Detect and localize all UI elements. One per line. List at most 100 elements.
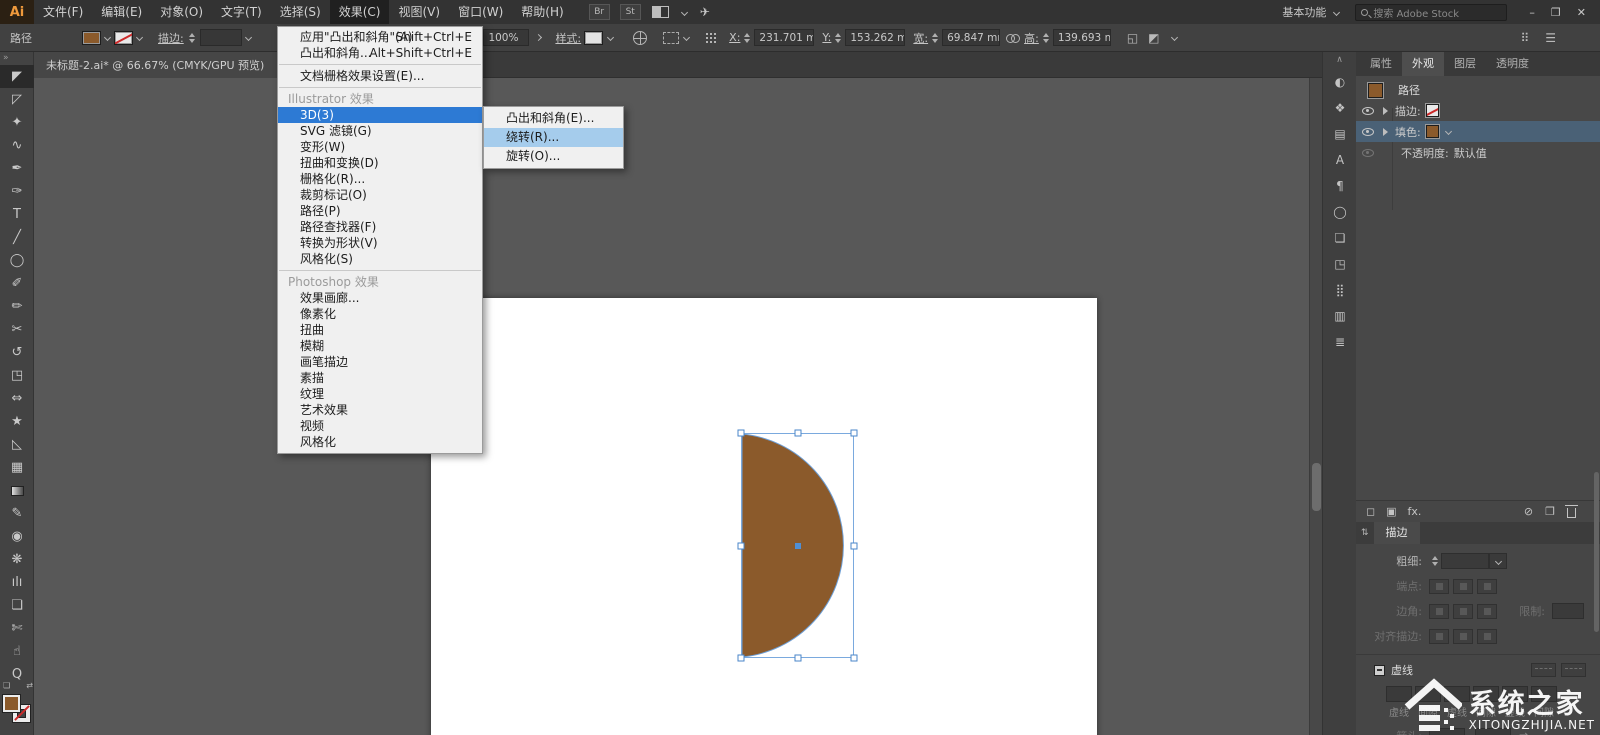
fill-disclosure-icon[interactable]: [1383, 127, 1388, 136]
appearance-opacity-row[interactable]: 不透明度: 默认值: [1356, 142, 1600, 163]
fill-row-caret-icon[interactable]: [1444, 127, 1452, 136]
rotate-tool[interactable]: ↺: [0, 341, 34, 364]
panel-tab-透明度[interactable]: 透明度: [1486, 52, 1539, 76]
transform-icon[interactable]: ◱: [1127, 31, 1138, 45]
menubar-item[interactable]: 文件(F): [34, 0, 92, 24]
submenu-item[interactable]: 凸出和斜角(E)...: [484, 109, 623, 128]
curvature-tool[interactable]: ✑: [0, 180, 34, 203]
effect-menu-item[interactable]: 视频: [278, 418, 482, 434]
pen-tool[interactable]: ✒: [0, 157, 34, 180]
select-similar-caret-icon[interactable]: [683, 33, 691, 42]
height-value[interactable]: 139.693 mm: [1052, 29, 1111, 46]
cap-butt-button[interactable]: [1429, 578, 1449, 594]
style-swatch[interactable]: [584, 30, 604, 45]
effect-menu-item[interactable]: 风格化: [278, 434, 482, 450]
paintbrush-tool[interactable]: ✐: [0, 272, 34, 295]
arrange-documents-icon[interactable]: [651, 6, 669, 18]
scale-tool[interactable]: ◳: [0, 364, 34, 387]
style-caret-icon[interactable]: [607, 33, 615, 42]
dashed-line-checkbox[interactable]: [1374, 664, 1385, 676]
appearance-path-row[interactable]: 路径: [1356, 76, 1600, 100]
stroke-caret-icon[interactable]: [135, 33, 144, 42]
export-panel-icon[interactable]: ◳: [1323, 251, 1357, 277]
submenu-item[interactable]: 旋转(O)...: [484, 147, 623, 166]
submenu-item[interactable]: 绕转(R)...: [484, 128, 623, 147]
document-setup-icon[interactable]: [633, 30, 648, 45]
width-stepper[interactable]: [932, 32, 939, 43]
stroke-visibility-eye-icon[interactable]: [1362, 106, 1374, 115]
effect-menu-item[interactable]: 路径查找器(F): [278, 219, 482, 235]
effect-menu-item[interactable]: 像素化: [278, 306, 482, 322]
constrain-proportions-icon[interactable]: [1006, 33, 1021, 43]
menubar-item[interactable]: 帮助(H): [512, 0, 572, 24]
limit-value-box[interactable]: [1552, 603, 1584, 619]
workspace-switcher[interactable]: 基本功能: [1282, 4, 1341, 20]
artboard-tool[interactable]: ❏: [0, 594, 34, 617]
magic-wand-tool[interactable]: ✦: [0, 111, 34, 134]
perspective-grid-tool[interactable]: ◺: [0, 433, 34, 456]
reference-point-icon[interactable]: [705, 32, 717, 44]
add-stroke-icon[interactable]: ◻: [1366, 505, 1375, 518]
scissors-tool[interactable]: ✂: [0, 318, 34, 341]
canvas-vertical-scrollbar[interactable]: [1309, 78, 1322, 735]
restore-button[interactable]: ❐: [1543, 6, 1569, 19]
search-input[interactable]: 搜索 Adobe Stock: [1355, 3, 1508, 21]
add-fill-icon[interactable]: ▣: [1386, 505, 1396, 518]
clear-appearance-icon[interactable]: ⊘: [1524, 505, 1533, 518]
cap-round-button[interactable]: [1453, 578, 1473, 594]
strip-collapse-icon[interactable]: ∧: [1323, 52, 1356, 69]
line-segment-tool[interactable]: ╱: [0, 226, 34, 249]
corner-bevel-button[interactable]: [1477, 603, 1497, 619]
graphic-styles-panel-icon[interactable]: ▥: [1323, 303, 1357, 329]
minimize-button[interactable]: –: [1521, 6, 1543, 19]
opacity-more-icon[interactable]: [535, 33, 543, 42]
menubar-item[interactable]: 窗口(W): [449, 0, 512, 24]
effect-menu-item[interactable]: 扭曲: [278, 322, 482, 338]
bridge-badge[interactable]: Br: [588, 4, 610, 20]
fill-caret-icon[interactable]: [103, 33, 112, 42]
y-stepper[interactable]: [835, 32, 842, 43]
slice-tool[interactable]: ✄: [0, 617, 34, 640]
selected-shape[interactable]: [737, 429, 858, 662]
cap-projecting-button[interactable]: [1477, 578, 1497, 594]
align-outside-button[interactable]: [1477, 628, 1497, 644]
stroke-disclosure-icon[interactable]: [1383, 106, 1388, 115]
width-tool[interactable]: ⇔: [0, 387, 34, 410]
panel-dock-icon[interactable]: ⠿: [1520, 31, 1529, 45]
weight-stepper[interactable]: [1432, 556, 1438, 566]
fill-color-swatch[interactable]: [82, 30, 101, 45]
panel-tab-图层[interactable]: 图层: [1444, 52, 1486, 76]
effect-menu-item[interactable]: 画笔描边: [278, 354, 482, 370]
selection-handle-e[interactable]: [850, 542, 858, 549]
column-graph-tool[interactable]: ılı: [0, 571, 34, 594]
panel-tab-外观[interactable]: 外观: [1402, 52, 1444, 76]
effect-menu-item[interactable]: 裁剪标记(O): [278, 187, 482, 203]
default-swatches-icon[interactable]: ❏: [3, 681, 10, 690]
paragraph-panel-icon[interactable]: ¶: [1323, 173, 1357, 199]
selection-handle-s[interactable]: [794, 654, 801, 662]
type-tool[interactable]: T: [0, 203, 34, 226]
share-icon[interactable]: ✈: [700, 5, 710, 19]
toolbar-collapse-icon[interactable]: »: [0, 52, 33, 65]
fill-swatch[interactable]: [3, 695, 20, 712]
selection-handle-se[interactable]: [850, 654, 858, 662]
ellipse-tool[interactable]: ◯: [0, 249, 34, 272]
color-panel-icon[interactable]: ◐: [1323, 69, 1357, 95]
panel-tab-属性[interactable]: 属性: [1360, 52, 1402, 76]
stroke-color-swatch[interactable]: [114, 30, 133, 45]
select-similar-icon[interactable]: [663, 31, 680, 44]
selection-handle-nw[interactable]: [737, 429, 745, 437]
effect-menu-item[interactable]: 转换为形状(V): [278, 235, 482, 251]
stroke-panel-icon[interactable]: ◯: [1323, 199, 1357, 225]
artboards-panel-icon[interactable]: ❏: [1323, 225, 1357, 251]
x-stepper[interactable]: [744, 32, 751, 43]
opacity-visibility-eye-icon[interactable]: [1362, 148, 1374, 157]
effect-menu-item[interactable]: 路径(P): [278, 203, 482, 219]
selection-handle-n[interactable]: [794, 429, 801, 437]
dash-preset-2-button[interactable]: [1561, 663, 1586, 677]
effect-menu-item[interactable]: 3D(3): [278, 107, 482, 123]
align-center-button[interactable]: [1429, 628, 1449, 644]
swap-fill-stroke-icon[interactable]: ⇄: [26, 681, 33, 690]
effect-menu-item[interactable]: 模糊: [278, 338, 482, 354]
add-effect-icon[interactable]: fx.: [1408, 505, 1422, 518]
